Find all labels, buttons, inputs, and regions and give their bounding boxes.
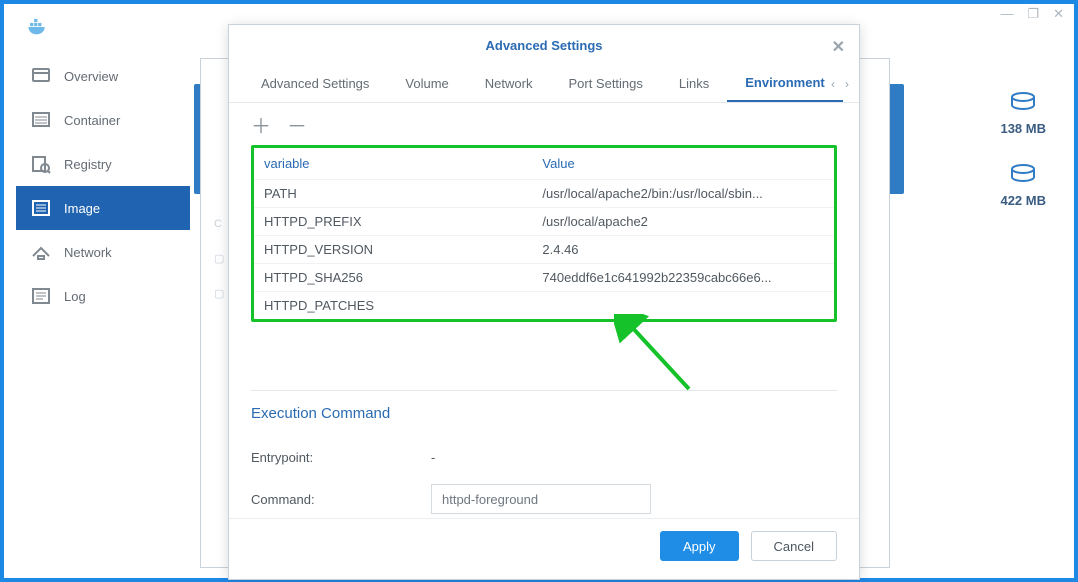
env-variable: PATH [254, 180, 532, 208]
remove-env-button[interactable]: － [287, 117, 307, 137]
tab-network[interactable]: Network [467, 65, 551, 102]
sidebar-item-registry[interactable]: Registry [16, 142, 190, 186]
command-input[interactable] [431, 484, 651, 514]
advanced-settings-modal: Advanced Settings ✕ Advanced Settings Vo… [228, 24, 860, 580]
sidebar-item-container[interactable]: Container [16, 98, 190, 142]
command-label: Command: [251, 492, 431, 507]
sidebar-item-label: Registry [64, 157, 112, 172]
execution-command-title: Execution Command [251, 405, 837, 422]
env-table[interactable]: variable Value PATH /usr/local/apache2/b… [254, 148, 834, 319]
log-icon [30, 285, 52, 307]
tabs-scroll-right-icon[interactable]: › [845, 77, 849, 91]
window-minimize-button[interactable]: — [1000, 6, 1013, 18]
env-row[interactable]: HTTPD_PREFIX /usr/local/apache2 [254, 208, 834, 236]
apply-button[interactable]: Apply [660, 531, 739, 561]
sidebar-item-overview[interactable]: Overview [16, 54, 190, 98]
env-value: /usr/local/apache2/bin:/usr/local/sbin..… [532, 180, 834, 208]
env-value: /usr/local/apache2 [532, 208, 834, 236]
tab-environment[interactable]: Environment [727, 65, 842, 102]
overview-icon [30, 65, 52, 87]
docker-whale-icon [26, 16, 52, 41]
env-table-highlight: variable Value PATH /usr/local/apache2/b… [251, 145, 837, 322]
sidebar-item-label: Network [64, 245, 112, 260]
env-row[interactable]: HTTPD_VERSION 2.4.46 [254, 236, 834, 264]
env-value [532, 292, 834, 320]
storage-disk-1: 422 MB [1000, 164, 1046, 208]
add-env-button[interactable]: ＋ [251, 117, 271, 137]
env-value: 740eddf6e1c641992b22359cabc66e6... [532, 264, 834, 292]
sidebar-item-image[interactable]: Image [16, 186, 190, 230]
container-icon [30, 109, 52, 131]
env-variable: HTTPD_PREFIX [254, 208, 532, 236]
entrypoint-value: - [431, 450, 435, 465]
tab-port-settings[interactable]: Port Settings [550, 65, 660, 102]
sidebar-item-label: Log [64, 289, 86, 304]
tab-advanced-settings[interactable]: Advanced Settings [243, 65, 387, 102]
env-row[interactable]: PATH /usr/local/apache2/bin:/usr/local/s… [254, 180, 834, 208]
window-close-button[interactable]: ✕ [1053, 6, 1064, 18]
sidebar: Overview Container Registry Image Networ… [16, 54, 190, 574]
tab-links[interactable]: Links [661, 65, 727, 102]
tabs-scroll-left-icon[interactable]: ‹ [831, 77, 835, 91]
disk-icon [1009, 92, 1037, 117]
sidebar-item-log[interactable]: Log [16, 274, 190, 318]
env-row[interactable]: HTTPD_SHA256 740eddf6e1c641992b22359cabc… [254, 264, 834, 292]
disk-size-label: 422 MB [1000, 193, 1046, 208]
sidebar-item-label: Container [64, 113, 120, 128]
sidebar-item-label: Image [64, 201, 100, 216]
env-value: 2.4.46 [532, 236, 834, 264]
window-maximize-button[interactable]: ❐ [1027, 6, 1039, 18]
sidebar-item-network[interactable]: Network [16, 230, 190, 274]
registry-icon [30, 153, 52, 175]
disk-icon [1009, 164, 1037, 189]
disk-size-label: 138 MB [1000, 121, 1046, 136]
env-header-value[interactable]: Value [532, 148, 834, 180]
env-row[interactable]: HTTPD_PATCHES [254, 292, 834, 320]
storage-disk-0: 138 MB [1000, 92, 1046, 136]
env-variable: HTTPD_VERSION [254, 236, 532, 264]
tab-volume[interactable]: Volume [387, 65, 466, 102]
image-icon [30, 197, 52, 219]
cancel-button[interactable]: Cancel [751, 531, 837, 561]
sidebar-item-label: Overview [64, 69, 118, 84]
modal-tabs: Advanced Settings Volume Network Port Se… [229, 65, 859, 103]
entrypoint-label: Entrypoint: [251, 450, 431, 465]
close-icon[interactable]: ✕ [832, 37, 845, 57]
env-header-variable[interactable]: variable [254, 148, 532, 180]
modal-title: Advanced Settings [485, 38, 602, 53]
underlying-panel-content: C▢▢ [214, 218, 224, 300]
env-variable: HTTPD_PATCHES [254, 292, 532, 320]
env-variable: HTTPD_SHA256 [254, 264, 532, 292]
network-icon [30, 241, 52, 263]
